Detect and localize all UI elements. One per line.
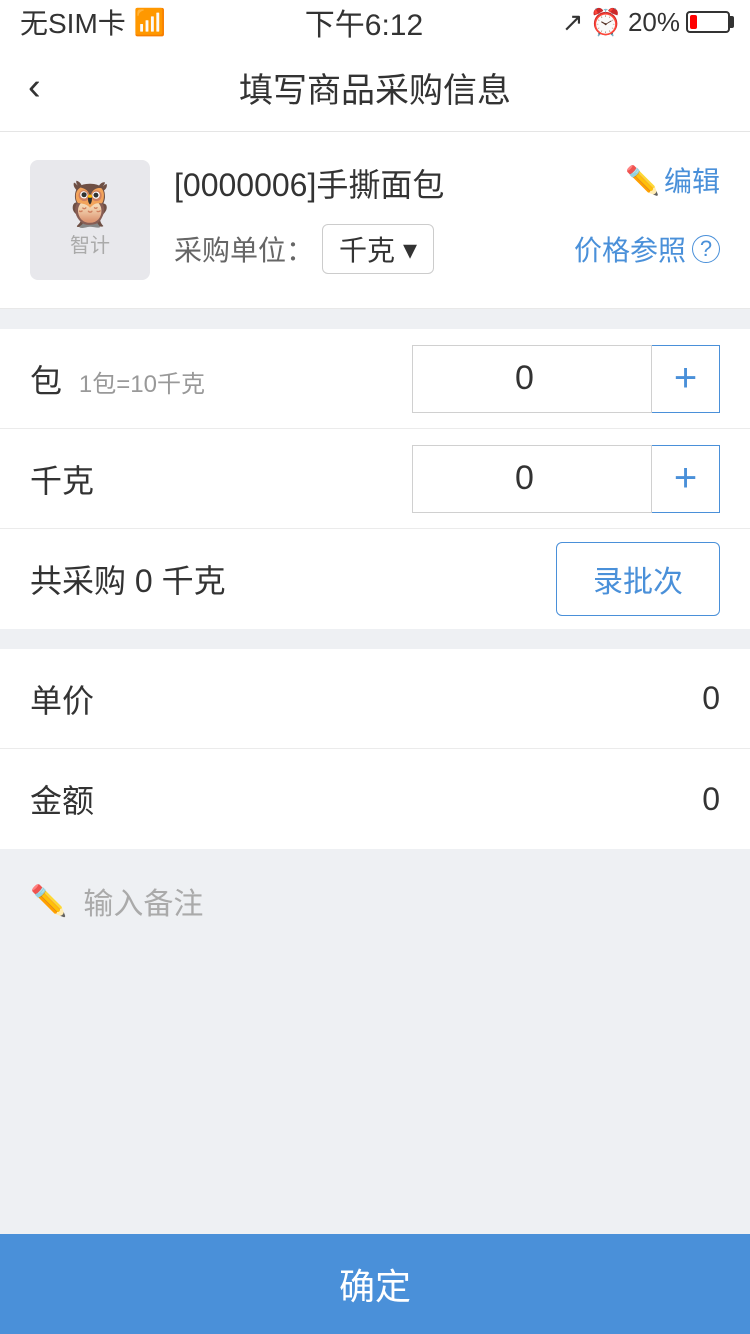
bag-label: 包 — [30, 363, 62, 399]
alarm-icon: ⏰ — [590, 7, 622, 38]
carrier-text: 无SIM卡 — [20, 2, 126, 42]
unit-price-label: 单价 — [30, 676, 94, 722]
total-row: 共采购 0 千克 录批次 — [0, 529, 750, 629]
pencil-icon: ✏️ — [30, 884, 67, 919]
kg-input-section: 千克 + — [0, 429, 750, 529]
battery-icon — [686, 11, 730, 33]
battery-percent: 20% — [628, 7, 680, 38]
notes-section[interactable]: ✏️ 输入备注 — [0, 849, 750, 953]
nav-bar: ‹ 填写商品采购信息 — [0, 44, 750, 132]
product-info: [0000006]手撕面包 ✏️ 编辑 采购单位： 千克 ▾ 价格参照 ? — [174, 160, 720, 274]
unit-label: 采购单位： — [174, 229, 314, 269]
confirm-bar[interactable]: 确定 — [0, 1234, 750, 1334]
status-time: 下午6:12 — [305, 0, 423, 44]
kg-quantity-input[interactable] — [412, 445, 652, 513]
bag-input-section: 包 1包=10千克 + — [0, 329, 750, 429]
product-name: [0000006]手撕面包 — [174, 160, 444, 206]
chevron-down-icon: ▾ — [403, 233, 417, 266]
status-bar: 无SIM卡 📶 下午6:12 ↗ ⏰ 20% — [0, 0, 750, 44]
bag-input-control: + — [412, 345, 720, 413]
page-title: 填写商品采购信息 — [239, 63, 511, 112]
price-ref-label: 价格参照 — [574, 229, 686, 269]
notes-placeholder: 输入备注 — [83, 879, 203, 923]
product-image: 🦉 智计 — [30, 160, 150, 280]
unit-price-row: 单价 0 — [0, 649, 750, 749]
kg-input-control: + — [412, 445, 720, 513]
bag-sub-label: 1包=10千克 — [79, 371, 205, 398]
confirm-button-label: 确定 — [339, 1258, 411, 1310]
price-section: 单价 0 金额 0 — [0, 649, 750, 849]
edit-icon: ✏️ — [625, 164, 660, 197]
back-button[interactable]: ‹ — [28, 66, 41, 109]
product-header: [0000006]手撕面包 ✏️ 编辑 — [174, 160, 720, 206]
edit-label: 编辑 — [664, 160, 720, 200]
status-left: 无SIM卡 📶 — [20, 2, 166, 42]
section-divider-2 — [0, 629, 750, 649]
amount-value: 0 — [702, 781, 720, 818]
unit-price-value: 0 — [702, 680, 720, 717]
unit-select[interactable]: 千克 ▾ — [322, 224, 434, 274]
product-card: 🦉 智计 [0000006]手撕面包 ✏️ 编辑 采购单位： 千克 ▾ 价格参照 — [0, 132, 750, 309]
wifi-icon: 📶 — [134, 7, 166, 38]
unit-row: 采购单位： 千克 ▾ 价格参照 ? — [174, 224, 720, 274]
owl-icon: 🦉 — [63, 183, 118, 227]
amount-label: 金额 — [30, 776, 94, 822]
edit-button[interactable]: ✏️ 编辑 — [625, 160, 720, 200]
amount-row: 金额 0 — [0, 749, 750, 849]
price-ref-button[interactable]: 价格参照 ? — [574, 229, 720, 269]
record-batch-button[interactable]: 录批次 — [556, 542, 720, 616]
kg-label: 千克 — [30, 456, 412, 502]
empty-content-area — [0, 953, 750, 1253]
bag-plus-button[interactable]: + — [652, 345, 720, 413]
bag-quantity-input[interactable] — [412, 345, 652, 413]
unit-value: 千克 — [339, 229, 395, 269]
kg-input-row: 千克 + — [0, 429, 750, 529]
status-right: ↗ ⏰ 20% — [562, 7, 730, 38]
total-text: 共采购 0 千克 — [30, 556, 226, 602]
bag-input-row: 包 1包=10千克 + — [0, 329, 750, 429]
kg-plus-button[interactable]: + — [652, 445, 720, 513]
help-icon: ? — [692, 235, 720, 263]
bag-label-container: 包 1包=10千克 — [30, 356, 412, 402]
owl-text: 智计 — [70, 229, 110, 258]
section-divider-1 — [0, 309, 750, 329]
location-icon: ↗ — [562, 7, 584, 38]
